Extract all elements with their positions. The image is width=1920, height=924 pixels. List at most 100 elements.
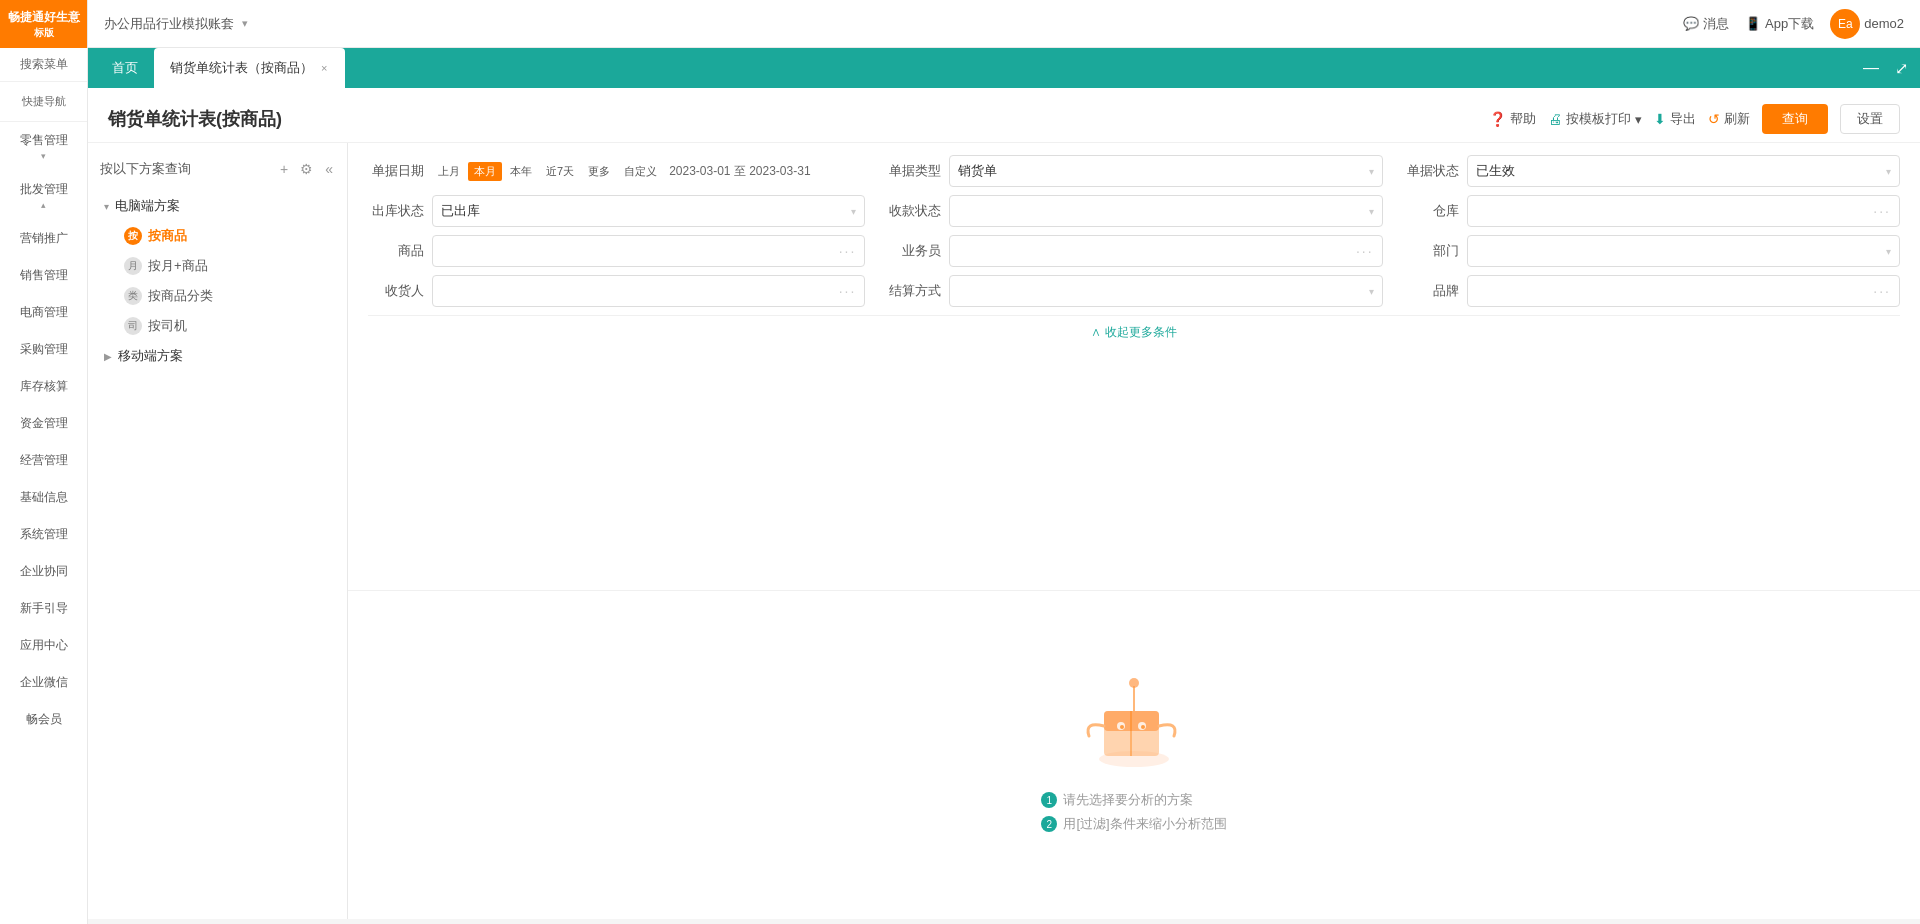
tab-active[interactable]: 销货单统计表（按商品） × [154,48,345,88]
finance-label: 资金管理 [20,415,68,432]
settings-button[interactable]: 设置 [1840,104,1900,134]
message-action[interactable]: 💬 消息 [1683,15,1729,33]
doctype-value: 销货单 [958,162,997,180]
header-actions: ❓ 帮助 🖨 按模板打印 ▾ ⬇ 导出 ↺ 刷新 [1489,104,1900,134]
appdownload-action[interactable]: 📱 App下载 [1745,15,1814,33]
filter-docstatus: 单据状态 已生效 ▾ [1403,155,1900,187]
tree-item-by-driver[interactable]: 司 按司机 [100,311,347,341]
sidebar-item-basic[interactable]: 基础信息 [0,479,87,516]
svg-point-7 [1141,725,1145,729]
tree-arrow-pc: ▾ [104,201,109,212]
docstatus-chevron: ▾ [1886,166,1891,177]
tree-group-pc-label: 电脑端方案 [115,197,180,215]
tab-close-icon[interactable]: × [319,60,329,76]
warehouse-out-select[interactable]: 已出库 ▾ [432,195,865,227]
salesperson-label: 业务员 [885,242,941,260]
tab-minimize-icon[interactable]: — [1859,55,1883,81]
sidebar-item-inventory[interactable]: 库存核算 [0,368,87,405]
settle-label: 结算方式 [885,282,941,300]
collapse-label: ∧ 收起更多条件 [1091,325,1176,339]
warehouse-input[interactable]: ··· [1467,195,1900,227]
sidebar-item-retail[interactable]: 零售管理 ▾ [0,122,87,171]
panel-collapse-icon[interactable]: « [323,159,335,179]
date-pill-this-year[interactable]: 本年 [504,162,538,181]
main-layout: 按以下方案查询 + ⚙ « ▾ 电脑端方案 [88,143,1920,919]
empty-state: 1 请先选择要分析的方案 2 用[过滤]条件来缩小分析范围 [348,591,1920,919]
marketing-label: 营销推广 [20,230,68,247]
sidebar-item-system[interactable]: 系统管理 [0,516,87,553]
receiver-label: 收货人 [368,282,424,300]
tip-num-1: 1 [1041,792,1057,808]
print-action[interactable]: 🖨 按模板打印 ▾ [1548,110,1642,128]
warehouse-out-label: 出库状态 [368,202,424,220]
doctype-chevron: ▾ [1369,166,1374,177]
content-area: 销货单统计表(按商品) ❓ 帮助 🖨 按模板打印 ▾ ⬇ 导出 [88,88,1920,924]
sidebar-item-ops[interactable]: 经营管理 [0,442,87,479]
sidebar-item-member[interactable]: 畅会员 [0,701,87,738]
filter-row-3: 商品 ··· 业务员 ··· [368,235,1900,267]
empty-tip-2: 2 用[过滤]条件来缩小分析范围 [1041,815,1226,833]
salesperson-input[interactable]: ··· [949,235,1382,267]
date-pills: 上月 本月 本年 近7天 更多 自定义 [432,162,663,181]
tab-maximize-icon[interactable]: ⤢ [1891,55,1912,82]
query-button[interactable]: 查询 [1762,104,1828,134]
help-action[interactable]: ❓ 帮助 [1489,110,1536,128]
sidebar-item-marketing[interactable]: 营销推广 [0,220,87,257]
app-logo: 畅捷通好生意 标版 [0,0,87,48]
page-content: 销货单统计表(按商品) ❓ 帮助 🖨 按模板打印 ▾ ⬇ 导出 [88,88,1920,919]
sidebar-item-wholesale[interactable]: 批发管理 ▴ [0,171,87,220]
sidebar-item-wechat[interactable]: 企业微信 [0,664,87,701]
date-pill-custom[interactable]: 自定义 [618,162,663,181]
svg-point-6 [1120,725,1124,729]
brand-input[interactable]: ··· [1467,275,1900,307]
panel-add-icon[interactable]: + [278,159,290,179]
search-menu[interactable]: 搜索菜单 [0,48,87,82]
receiver-input[interactable]: ··· [432,275,865,307]
sidebar-item-ecommerce[interactable]: 电商管理 [0,294,87,331]
tree-item-by-category[interactable]: 类 按商品分类 [100,281,347,311]
sidebar-item-appcenter[interactable]: 应用中心 [0,627,87,664]
collect-select[interactable]: ▾ [949,195,1382,227]
print-dropdown-icon[interactable]: ▾ [1635,112,1642,127]
tree-item-icon-month: 月 [124,257,142,275]
goods-input[interactable]: ··· [432,235,865,267]
refresh-action[interactable]: ↺ 刷新 [1708,110,1750,128]
filter-content-area: 单据日期 上月 本月 本年 近7天 更多 自定义 [348,143,1920,919]
sidebar-item-sales[interactable]: 销售管理 [0,257,87,294]
industry-dropdown[interactable]: ▾ [242,17,248,30]
filter-date: 单据日期 上月 本月 本年 近7天 更多 自定义 [368,155,865,187]
nav-quick[interactable]: 快捷导航 [0,88,87,115]
newbie-label: 新手引导 [20,600,68,617]
sidebar-item-newbie[interactable]: 新手引导 [0,590,87,627]
purchase-label: 采购管理 [20,341,68,358]
sidebar-item-corp[interactable]: 企业协同 [0,553,87,590]
tree-item-by-month[interactable]: 月 按月+商品 [100,251,347,281]
tree-item-icon-goods: 按 [124,227,142,245]
doctype-select[interactable]: 销货单 ▾ [949,155,1382,187]
date-pill-more[interactable]: 更多 [582,162,616,181]
date-pill-last-month[interactable]: 上月 [432,162,466,181]
dept-select[interactable]: ▾ [1467,235,1900,267]
sales-label: 销售管理 [20,267,68,284]
panel-settings-icon[interactable]: ⚙ [298,159,315,179]
tree-group-pc-header[interactable]: ▾ 电脑端方案 [88,191,347,221]
panel-title: 按以下方案查询 [100,160,270,178]
system-label: 系统管理 [20,526,68,543]
filter-goods: 商品 ··· [368,235,865,267]
quick-nav[interactable]: 快捷导航 [0,82,87,122]
date-pill-this-month[interactable]: 本月 [468,162,502,181]
collapse-bar[interactable]: ∧ 收起更多条件 [368,315,1900,349]
user-action[interactable]: Ea demo2 [1830,9,1904,39]
tree-item-by-goods[interactable]: 按 按商品 [100,221,347,251]
filter-dept: 部门 ▾ [1403,235,1900,267]
sidebar-item-purchase[interactable]: 采购管理 [0,331,87,368]
tip-text-2: 用[过滤]条件来缩小分析范围 [1063,815,1226,833]
date-pill-7days[interactable]: 近7天 [540,162,580,181]
export-action[interactable]: ⬇ 导出 [1654,110,1696,128]
docstatus-select[interactable]: 已生效 ▾ [1467,155,1900,187]
settle-select[interactable]: ▾ [949,275,1382,307]
print-label: 按模板打印 [1566,110,1631,128]
tree-group-mobile-header[interactable]: ▶ 移动端方案 [88,341,347,371]
sidebar-item-finance[interactable]: 资金管理 [0,405,87,442]
tab-home[interactable]: 首页 [96,48,154,88]
